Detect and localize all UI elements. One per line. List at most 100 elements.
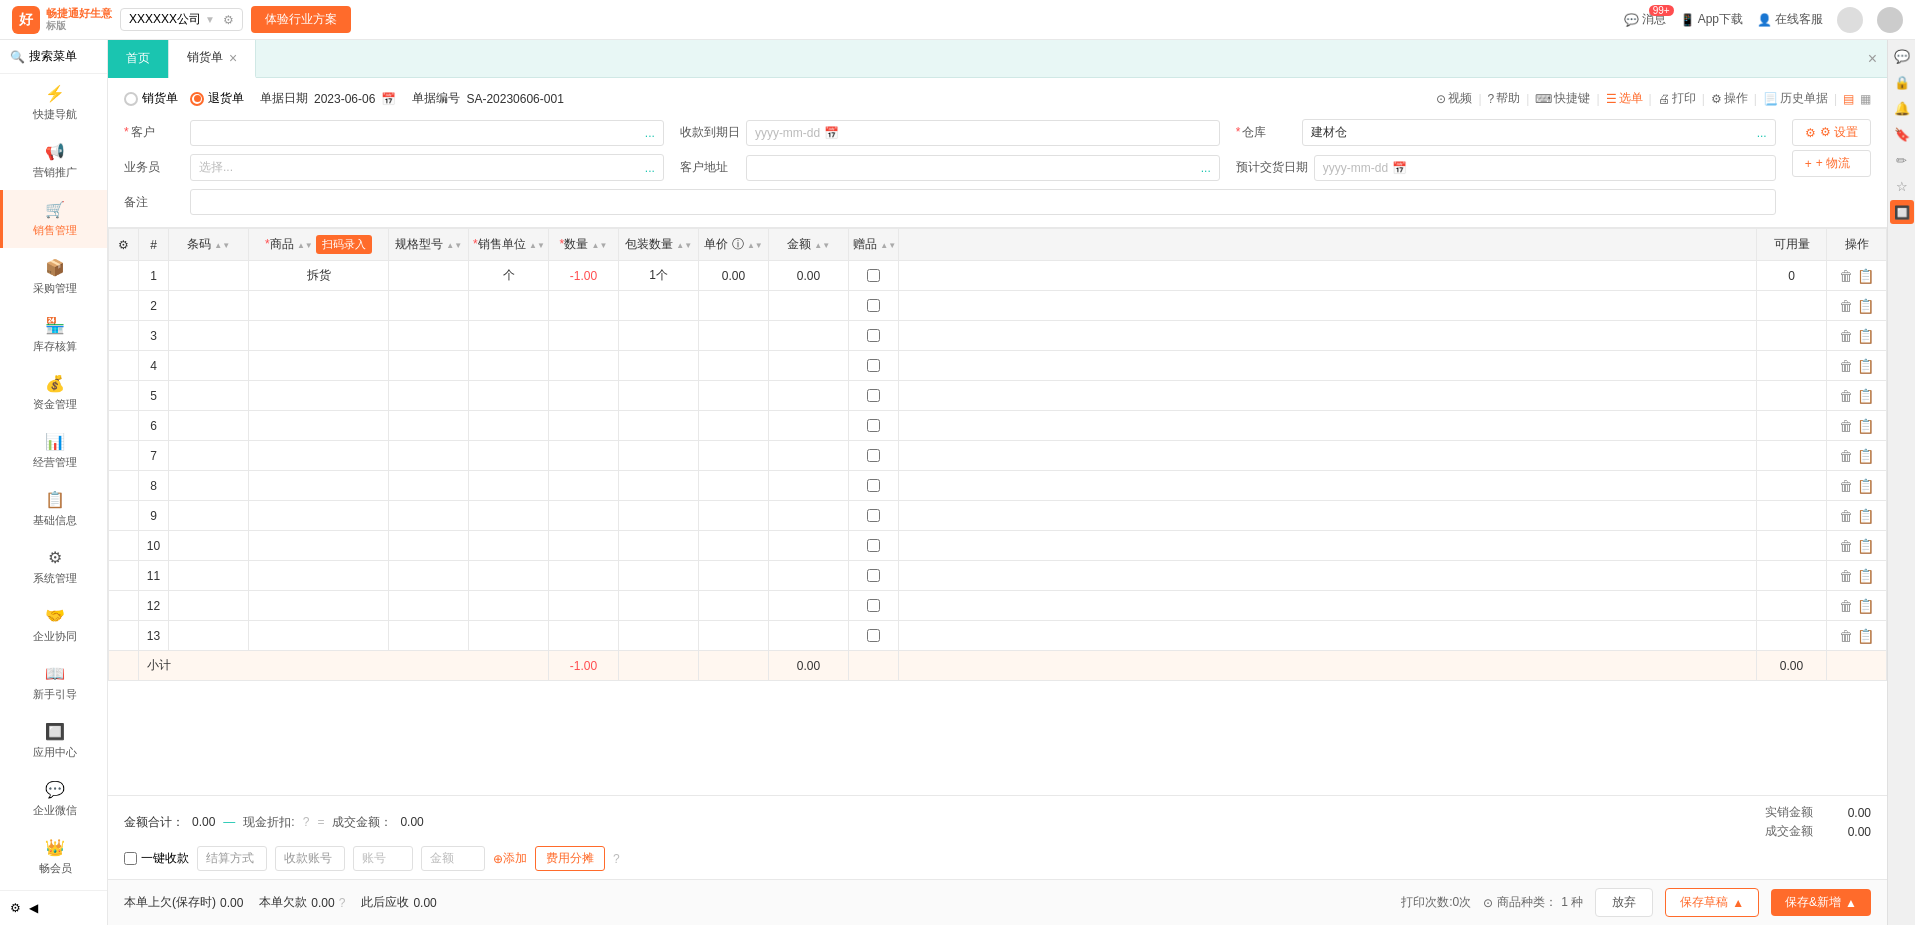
row-remark[interactable]	[899, 351, 1757, 381]
copy-icon[interactable]: 📋	[1857, 448, 1874, 464]
row-remark[interactable]	[899, 561, 1757, 591]
row-barcode[interactable]	[169, 591, 249, 621]
copy-icon[interactable]: 📋	[1857, 568, 1874, 584]
customer-dots[interactable]: ...	[645, 126, 655, 140]
row-gift[interactable]	[849, 321, 899, 351]
row-qty[interactable]	[549, 441, 619, 471]
row-price[interactable]	[699, 291, 769, 321]
delete-icon[interactable]: 🗑	[1839, 568, 1853, 584]
tab-home[interactable]: 首页	[108, 40, 169, 78]
row-price[interactable]: 0.00	[699, 261, 769, 291]
row-qty[interactable]	[549, 471, 619, 501]
operate-btn[interactable]: ⚙ 操作	[1711, 90, 1748, 107]
tab-close-icon[interactable]: ×	[229, 50, 237, 66]
save-draft-button[interactable]: 保存草稿 ▲	[1665, 888, 1759, 917]
save-new-button[interactable]: 保存&新增 ▲	[1771, 889, 1871, 916]
row-unit[interactable]	[469, 471, 549, 501]
product-kind[interactable]: ⊙ 商品种类： 1 种	[1483, 894, 1583, 911]
col-settings[interactable]: ⚙	[109, 229, 139, 261]
row-unit[interactable]	[469, 501, 549, 531]
row-pkg-qty[interactable]	[619, 411, 699, 441]
row-qty[interactable]	[549, 321, 619, 351]
row-product[interactable]	[249, 291, 389, 321]
float-btn-4[interactable]: 🔖	[1890, 122, 1914, 146]
sidebar-settings-icon[interactable]: ⚙	[10, 901, 21, 915]
receive-cal-icon[interactable]: 📅	[824, 126, 839, 140]
row-product[interactable]	[249, 441, 389, 471]
row-remark[interactable]	[899, 411, 1757, 441]
expense-button[interactable]: 费用分摊	[535, 846, 605, 871]
row-gift[interactable]	[849, 381, 899, 411]
sidebar-item-quick-nav[interactable]: ⚡ 快捷导航	[0, 74, 107, 132]
row-qty[interactable]	[549, 411, 619, 441]
sidebar-item-appstore[interactable]: 🔲 应用中心	[0, 712, 107, 770]
row-pkg-qty[interactable]: 1个	[619, 261, 699, 291]
row-gift[interactable]	[849, 351, 899, 381]
copy-icon[interactable]: 📋	[1857, 268, 1874, 284]
row-remark[interactable]	[899, 441, 1757, 471]
sidebar-item-system[interactable]: ⚙ 系统管理	[0, 538, 107, 596]
float-btn-1[interactable]: 💬	[1890, 44, 1914, 68]
row-unit[interactable]	[469, 531, 549, 561]
delete-icon[interactable]: 🗑	[1839, 328, 1853, 344]
help-btn[interactable]: ? 帮助	[1488, 90, 1521, 107]
row-gift[interactable]	[849, 471, 899, 501]
row-unit[interactable]: 个	[469, 261, 549, 291]
row-product[interactable]: 拆货	[249, 261, 389, 291]
shortcut-btn[interactable]: ⌨ 快捷键	[1535, 90, 1590, 107]
salesperson-dots[interactable]: ...	[645, 161, 655, 175]
message-icon-area[interactable]: 💬 消息 99+	[1624, 11, 1666, 28]
customer-addr-input[interactable]: ...	[746, 155, 1220, 181]
delete-icon[interactable]: 🗑	[1839, 388, 1853, 404]
trial-button[interactable]: 体验行业方案	[251, 6, 351, 33]
avatar[interactable]	[1837, 7, 1863, 33]
sidebar-item-enterprise[interactable]: 🤝 企业协同	[0, 596, 107, 654]
row-remark[interactable]	[899, 321, 1757, 351]
row-amount[interactable]: 0.00	[769, 261, 849, 291]
delete-icon[interactable]: 🗑	[1839, 418, 1853, 434]
row-unit[interactable]	[469, 441, 549, 471]
row-spec[interactable]	[389, 441, 469, 471]
row-pkg-qty[interactable]	[619, 321, 699, 351]
note-input[interactable]	[190, 189, 1776, 215]
row-barcode[interactable]	[169, 561, 249, 591]
row-spec[interactable]	[389, 501, 469, 531]
row-unit[interactable]	[469, 561, 549, 591]
row-amount[interactable]	[769, 321, 849, 351]
row-pkg-qty[interactable]	[619, 591, 699, 621]
row-remark[interactable]	[899, 291, 1757, 321]
delete-icon[interactable]: 🗑	[1839, 448, 1853, 464]
row-qty[interactable]	[549, 561, 619, 591]
gift-checkbox[interactable]	[867, 389, 880, 402]
delete-icon[interactable]: 🗑	[1839, 298, 1853, 314]
return-radio[interactable]: 退货单	[190, 90, 244, 107]
gift-checkbox[interactable]	[867, 299, 880, 312]
row-price[interactable]	[699, 471, 769, 501]
row-pkg-qty[interactable]	[619, 471, 699, 501]
settings-icon[interactable]: ⚙	[223, 13, 234, 27]
row-gift[interactable]	[849, 531, 899, 561]
sidebar-item-inventory[interactable]: 🏪 库存核算	[0, 306, 107, 364]
row-product[interactable]	[249, 411, 389, 441]
sidebar-item-member[interactable]: 👑 畅会员	[0, 828, 107, 886]
row-gift[interactable]	[849, 501, 899, 531]
sidebar-item-operations[interactable]: 📊 经营管理	[0, 422, 107, 480]
copy-icon[interactable]: 📋	[1857, 508, 1874, 524]
row-amount[interactable]	[769, 411, 849, 441]
row-product[interactable]	[249, 471, 389, 501]
gift-checkbox[interactable]	[867, 569, 880, 582]
row-amount[interactable]	[769, 621, 849, 651]
row-price[interactable]	[699, 531, 769, 561]
gift-checkbox[interactable]	[867, 479, 880, 492]
expected-cal-icon[interactable]: 📅	[1392, 161, 1407, 175]
gift-checkbox[interactable]	[867, 539, 880, 552]
row-pkg-qty[interactable]	[619, 501, 699, 531]
row-amount[interactable]	[769, 381, 849, 411]
row-qty[interactable]	[549, 621, 619, 651]
row-pkg-qty[interactable]	[619, 561, 699, 591]
delete-icon[interactable]: 🗑	[1839, 508, 1853, 524]
row-price[interactable]	[699, 381, 769, 411]
row-gift[interactable]	[849, 621, 899, 651]
row-pkg-qty[interactable]	[619, 381, 699, 411]
sidebar-item-wechat[interactable]: 💬 企业微信	[0, 770, 107, 828]
